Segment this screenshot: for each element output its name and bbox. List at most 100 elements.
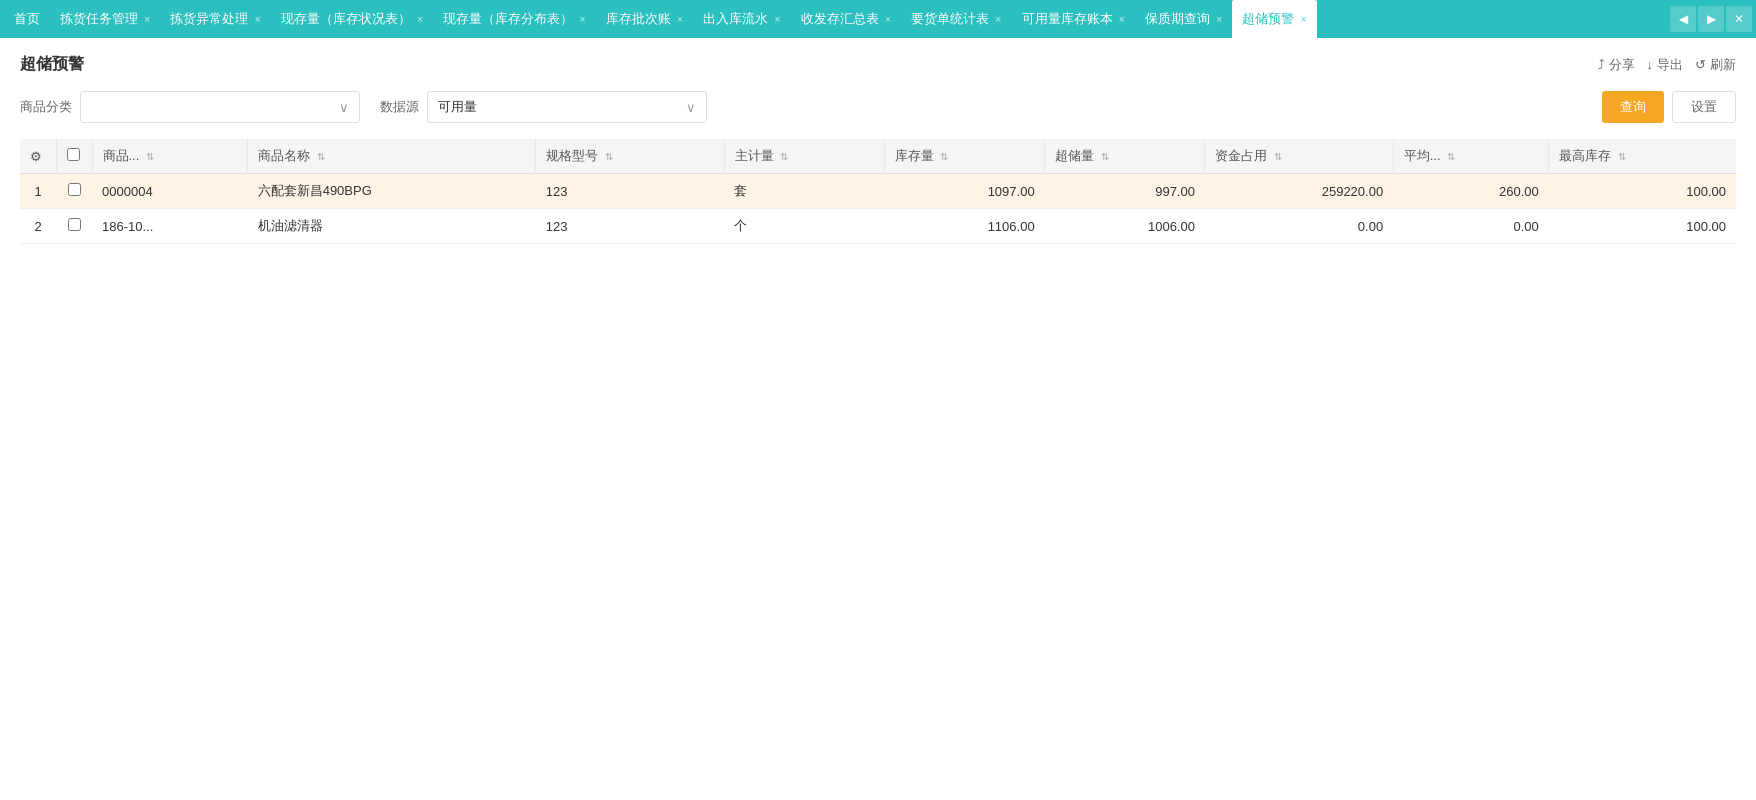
filter-area: 商品分类 ∨ 数据源 可用量 ∨ 查询 设置 <box>20 91 1736 123</box>
sort-overstock-icon: ⇅ <box>1101 151 1109 162</box>
filter-actions: 查询 设置 <box>1602 91 1736 123</box>
row-checkbox[interactable] <box>68 183 81 196</box>
main-content: 超储预警 ⤴ 分享 ↓ 导出 ↺ 刷新 商品分类 ∨ 数据源 <box>0 38 1756 800</box>
datasource-label: 数据源 <box>380 98 419 116</box>
export-button[interactable]: ↓ 导出 <box>1647 56 1684 74</box>
header-actions: ⤴ 分享 ↓ 导出 ↺ 刷新 <box>1598 56 1737 74</box>
refresh-button[interactable]: ↺ 刷新 <box>1695 56 1736 74</box>
th-code[interactable]: 商品... ⇅ <box>92 139 248 174</box>
data-table: ⚙ 商品... ⇅ 商品名称 ⇅ 规格型号 ⇅ 主计量 <box>20 139 1736 244</box>
cell-spec: 123 <box>536 174 724 209</box>
page-header: 超储预警 ⤴ 分享 ↓ 导出 ↺ 刷新 <box>20 54 1736 75</box>
category-select[interactable]: ∨ <box>80 91 360 123</box>
nav-home[interactable]: 首页 <box>4 0 50 38</box>
sort-spec-icon: ⇅ <box>605 151 613 162</box>
nav-close-available-book[interactable]: × <box>1119 13 1125 25</box>
table-body: 1 0000004 六配套新昌490BPG 123 套 1097.00 997.… <box>20 174 1736 244</box>
table-header: ⚙ 商品... ⇅ 商品名称 ⇅ 规格型号 ⇅ 主计量 <box>20 139 1736 174</box>
datasource-value: 可用量 <box>438 98 477 116</box>
share-button[interactable]: ⤴ 分享 <box>1598 56 1635 74</box>
nav-prev-arrow[interactable]: ◀ <box>1670 6 1696 32</box>
cell-overstock: 1006.00 <box>1045 209 1205 244</box>
nav-close-inout-flow[interactable]: × <box>774 13 780 25</box>
nav-receive-summary[interactable]: 收发存汇总表 × <box>791 0 901 38</box>
th-checkbox <box>56 139 92 174</box>
nav-available-book[interactable]: 可用量库存账本 × <box>1012 0 1135 38</box>
nav-close-overstock-warning[interactable]: × <box>1300 13 1306 25</box>
select-all-checkbox[interactable] <box>67 148 80 161</box>
sort-avg-icon: ⇅ <box>1447 151 1455 162</box>
cell-checkbox[interactable] <box>56 209 92 244</box>
cell-capital: 259220.00 <box>1205 174 1393 209</box>
th-settings[interactable]: ⚙ <box>20 139 56 174</box>
th-capital[interactable]: 资金占用 ⇅ <box>1205 139 1393 174</box>
cell-num: 1 <box>20 174 56 209</box>
category-chevron-icon: ∨ <box>339 100 349 115</box>
cell-spec: 123 <box>536 209 724 244</box>
nav-close-receive-summary[interactable]: × <box>885 13 891 25</box>
nav-arrow-group: ◀ ▶ ✕ <box>1668 6 1752 32</box>
sort-stock-icon: ⇅ <box>940 151 948 162</box>
datasource-select[interactable]: 可用量 ∨ <box>427 91 707 123</box>
nav-quality-expiry[interactable]: 保质期查询 × <box>1135 0 1232 38</box>
nav-stock-status[interactable]: 现存量（库存状况表） × <box>271 0 433 38</box>
sort-capital-icon: ⇅ <box>1274 151 1282 162</box>
th-stock[interactable]: 库存量 ⇅ <box>884 139 1044 174</box>
nav-next-arrow[interactable]: ▶ <box>1698 6 1724 32</box>
cell-checkbox[interactable] <box>56 174 92 209</box>
th-spec[interactable]: 规格型号 ⇅ <box>536 139 724 174</box>
row-checkbox[interactable] <box>68 218 81 231</box>
nav-close-batch-account[interactable]: × <box>677 13 683 25</box>
nav-inout-flow[interactable]: 出入库流水 × <box>693 0 790 38</box>
cell-overstock: 997.00 <box>1045 174 1205 209</box>
th-avg[interactable]: 平均... ⇅ <box>1393 139 1549 174</box>
export-icon: ↓ <box>1647 57 1654 72</box>
nav-close-all[interactable]: ✕ <box>1726 6 1752 32</box>
nav-close-order-stats[interactable]: × <box>995 13 1001 25</box>
category-filter: 商品分类 ∨ <box>20 91 360 123</box>
table-row: 2 186-10... 机油滤清器 123 个 1106.00 1006.00 … <box>20 209 1736 244</box>
datasource-chevron-icon: ∨ <box>686 100 696 115</box>
nav-pick-task[interactable]: 拣货任务管理 × <box>50 0 160 38</box>
nav-close-stock-status[interactable]: × <box>417 13 423 25</box>
cell-unit: 套 <box>724 174 884 209</box>
cell-name: 机油滤清器 <box>248 209 536 244</box>
top-navigation: 首页 拣货任务管理 × 拣货异常处理 × 现存量（库存状况表） × 现存量（库存… <box>0 0 1756 38</box>
cell-stock: 1106.00 <box>884 209 1044 244</box>
page-title: 超储预警 <box>20 54 84 75</box>
cell-avg: 260.00 <box>1393 174 1549 209</box>
refresh-icon: ↺ <box>1695 57 1706 72</box>
nav-close-quality-expiry[interactable]: × <box>1216 13 1222 25</box>
nav-overstock-warning[interactable]: 超储预警 × <box>1232 0 1316 38</box>
sort-code-icon: ⇅ <box>146 151 154 162</box>
datasource-filter: 数据源 可用量 ∨ <box>380 91 707 123</box>
nav-close-stock-dist[interactable]: × <box>579 13 585 25</box>
nav-close-pick-task[interactable]: × <box>144 13 150 25</box>
nav-batch-account[interactable]: 库存批次账 × <box>596 0 693 38</box>
sort-unit-icon: ⇅ <box>780 151 788 162</box>
th-name[interactable]: 商品名称 ⇅ <box>248 139 536 174</box>
cell-num: 2 <box>20 209 56 244</box>
table-row: 1 0000004 六配套新昌490BPG 123 套 1097.00 997.… <box>20 174 1736 209</box>
cell-name: 六配套新昌490BPG <box>248 174 536 209</box>
cell-avg: 0.00 <box>1393 209 1549 244</box>
cell-unit: 个 <box>724 209 884 244</box>
th-unit[interactable]: 主计量 ⇅ <box>724 139 884 174</box>
settings-icon[interactable]: ⚙ <box>30 149 42 164</box>
sort-maxstock-icon: ⇅ <box>1618 151 1626 162</box>
th-overstock[interactable]: 超储量 ⇅ <box>1045 139 1205 174</box>
sort-name-icon: ⇅ <box>317 151 325 162</box>
cell-code: 0000004 <box>92 174 248 209</box>
nav-close-pick-exception[interactable]: × <box>254 13 260 25</box>
nav-order-stats[interactable]: 要货单统计表 × <box>901 0 1011 38</box>
cell-code: 186-10... <box>92 209 248 244</box>
cell-capital: 0.00 <box>1205 209 1393 244</box>
cell-maxstock: 100.00 <box>1549 209 1736 244</box>
settings-button[interactable]: 设置 <box>1672 91 1736 123</box>
nav-pick-exception[interactable]: 拣货异常处理 × <box>160 0 270 38</box>
share-icon: ⤴ <box>1598 57 1605 72</box>
th-maxstock[interactable]: 最高库存 ⇅ <box>1549 139 1736 174</box>
nav-stock-dist[interactable]: 现存量（库存分布表） × <box>433 0 595 38</box>
query-button[interactable]: 查询 <box>1602 91 1664 123</box>
category-label: 商品分类 <box>20 98 72 116</box>
